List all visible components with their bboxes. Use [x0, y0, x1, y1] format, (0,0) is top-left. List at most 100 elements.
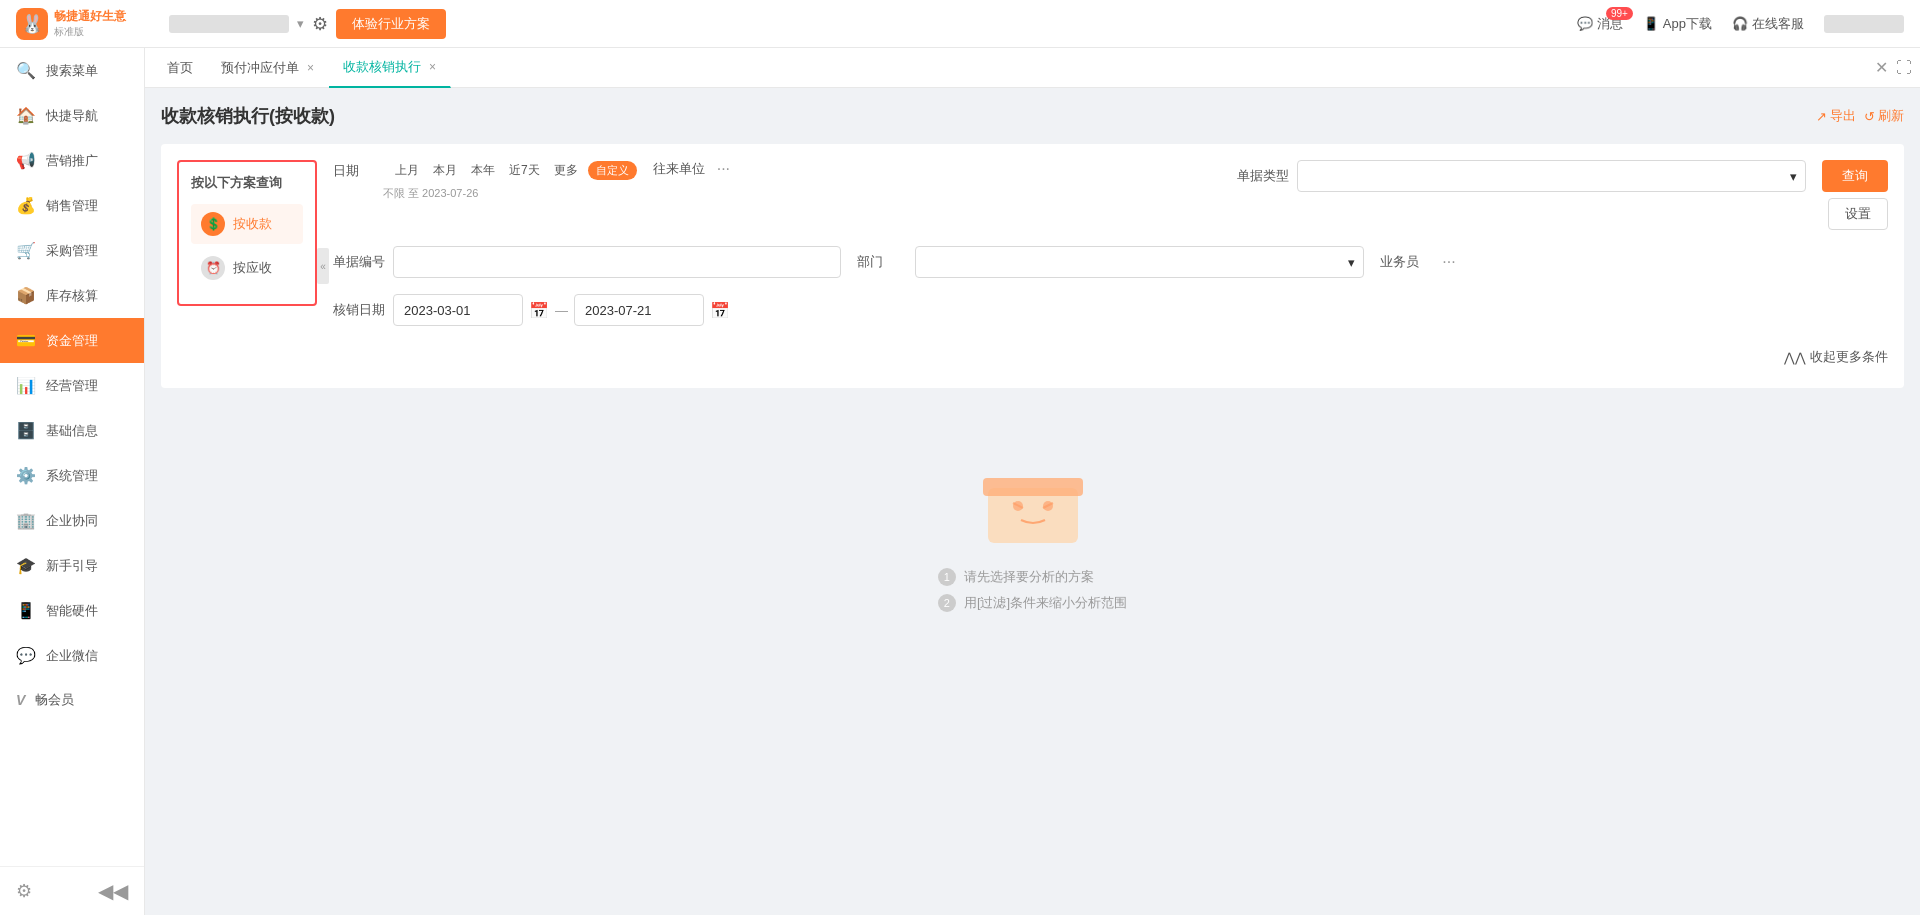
- wechat-icon: 💬: [16, 646, 36, 665]
- sidebar-item-purchase[interactable]: 🛒 采购管理: [0, 228, 144, 273]
- sidebar-item-member[interactable]: V 畅会员: [0, 678, 144, 722]
- search-icon: 🔍: [16, 61, 36, 80]
- filter-row-3: 核销日期 📅 — 📅: [333, 294, 1888, 326]
- tab-writeoff[interactable]: 收款核销执行 ×: [329, 48, 451, 88]
- collapse-sidebar-icon[interactable]: ◀◀: [98, 879, 128, 903]
- sidebar-item-marketing[interactable]: 📢 营销推广: [0, 138, 144, 183]
- settings-bottom-icon[interactable]: ⚙: [16, 880, 32, 902]
- salesperson-dots-btn[interactable]: ···: [1438, 253, 1459, 271]
- sidebar-label-member: 畅会员: [35, 691, 74, 709]
- sidebar-item-operations[interactable]: 📊 经营管理: [0, 363, 144, 408]
- writeoff-date-start-input[interactable]: [393, 294, 523, 326]
- doc-type-select[interactable]: ▾: [1297, 160, 1806, 192]
- sidebar-label-sales: 销售管理: [46, 197, 98, 215]
- tab-prepay-label: 预付冲应付单: [221, 59, 299, 77]
- filter-option-by-receipt[interactable]: 💲 按收款: [191, 204, 303, 244]
- sidebar-label-purchase: 采购管理: [46, 242, 98, 260]
- setting-button[interactable]: 设置: [1828, 198, 1888, 230]
- app-download-btn[interactable]: 📱 App下载: [1643, 15, 1712, 33]
- date-custom-btn[interactable]: 自定义: [588, 161, 637, 180]
- date-this-month-btn[interactable]: 本月: [429, 160, 461, 181]
- sidebar-item-inventory[interactable]: 📦 库存核算: [0, 273, 144, 318]
- tab-prepay[interactable]: 预付冲应付单 ×: [207, 48, 329, 88]
- date-more-btn[interactable]: 更多: [550, 160, 582, 181]
- sidebar-item-enterprise[interactable]: 🏢 企业协同: [0, 498, 144, 543]
- sidebar: 🔍 搜索菜单 🏠 快捷导航 📢 营销推广 💰 销售管理 🛒 采购管理 📦 库存核…: [0, 48, 145, 915]
- date-dash: —: [555, 303, 568, 318]
- home-icon: 🏠: [16, 106, 36, 125]
- refresh-button[interactable]: ↺ 刷新: [1864, 107, 1904, 125]
- page-title-row: 收款核销执行(按收款) ↗ 导出 ↺ 刷新: [161, 104, 1904, 128]
- filter-option-by-receivable[interactable]: ⏰ 按应收: [191, 248, 303, 288]
- svg-rect-0: [988, 488, 1078, 543]
- sidebar-item-finance[interactable]: 💳 资金管理: [0, 318, 144, 363]
- empty-illustration: [973, 448, 1093, 548]
- finance-icon: 💳: [16, 331, 36, 350]
- dept-label: 部门: [857, 253, 907, 271]
- collapse-more-label: 收起更多条件: [1810, 348, 1888, 366]
- date-shortcuts: 上月 本月 本年 近7天 更多 自定义: [391, 160, 637, 181]
- sales-icon: 💰: [16, 196, 36, 215]
- app-download-label: App下载: [1663, 15, 1712, 33]
- date-last-month-btn[interactable]: 上月: [391, 160, 423, 181]
- chevron-down-icon[interactable]: ▾: [297, 16, 304, 31]
- collapse-filter-sidebar-btn[interactable]: «: [317, 248, 329, 284]
- writeoff-date-end-input[interactable]: [574, 294, 704, 326]
- salesperson-field: 业务员 ···: [1380, 253, 1888, 271]
- page-actions: ↗ 导出 ↺ 刷新: [1816, 107, 1904, 125]
- writeoff-date-range: 📅 — 📅: [393, 294, 730, 326]
- sidebar-item-smart[interactable]: 📱 智能硬件: [0, 588, 144, 633]
- refresh-label: 刷新: [1878, 107, 1904, 125]
- sidebar-label-newbie: 新手引导: [46, 557, 98, 575]
- receivable-icon: ⏰: [201, 256, 225, 280]
- sidebar-label-finance: 资金管理: [46, 332, 98, 350]
- query-button[interactable]: 查询: [1822, 160, 1888, 192]
- message-btn[interactable]: 💬 消息 99+: [1577, 15, 1623, 33]
- export-button[interactable]: ↗ 导出: [1816, 107, 1856, 125]
- filter-right: 日期 上月 本月 本年 近7天 更多 自定义 不限 至 2023-0: [333, 160, 1888, 372]
- sidebar-item-basicinfo[interactable]: 🗄️ 基础信息: [0, 408, 144, 453]
- logo-area: 🐰 畅捷通好生意 标准版: [16, 8, 161, 40]
- calendar-start-icon[interactable]: 📅: [529, 301, 549, 320]
- settings-button[interactable]: ⚙: [312, 13, 328, 35]
- filter-option-by-receivable-label: 按应收: [233, 259, 272, 277]
- filter-row-2: 单据编号 部门 ▾ 业务员 ···: [333, 246, 1888, 278]
- sidebar-item-system[interactable]: ⚙️ 系统管理: [0, 453, 144, 498]
- date-7days-btn[interactable]: 近7天: [505, 160, 544, 181]
- tab-home-label: 首页: [167, 59, 193, 77]
- filter-sidebar-wrapper: 按以下方案查询 💲 按收款 ⏰ 按应收 «: [177, 160, 317, 372]
- empty-hint-2: 2 用[过滤]条件来缩小分析范围: [938, 594, 1127, 612]
- industry-btn[interactable]: 体验行业方案: [336, 9, 446, 39]
- tab-writeoff-close[interactable]: ×: [429, 60, 436, 74]
- sidebar-bottom: ⚙ ◀◀: [0, 866, 144, 915]
- tab-prepay-close[interactable]: ×: [307, 61, 314, 75]
- empty-hints: 1 请先选择要分析的方案 2 用[过滤]条件来缩小分析范围: [938, 568, 1127, 612]
- tab-home[interactable]: 首页: [153, 48, 207, 88]
- online-service-btn[interactable]: 🎧 在线客服: [1732, 15, 1804, 33]
- writeoff-date-field: 核销日期 📅 — 📅: [333, 294, 1888, 326]
- sidebar-item-quicknav[interactable]: 🏠 快捷导航: [0, 93, 144, 138]
- tab-expand-icon[interactable]: ⛶: [1896, 59, 1912, 77]
- logo-text-block: 畅捷通好生意 标准版: [54, 8, 126, 39]
- svg-rect-1: [983, 478, 1083, 496]
- sidebar-item-newbie[interactable]: 🎓 新手引导: [0, 543, 144, 588]
- date-this-year-btn[interactable]: 本年: [467, 160, 499, 181]
- hint-text-2: 用[过滤]条件来缩小分析范围: [964, 594, 1127, 612]
- dept-field: 部门 ▾: [857, 246, 1365, 278]
- top-bar-right: 💬 消息 99+ 📱 App下载 🎧 在线客服: [1577, 15, 1904, 33]
- tab-close-icon[interactable]: ✕: [1875, 58, 1888, 77]
- counterparty-dots-btn[interactable]: ···: [713, 160, 734, 178]
- collapse-more-btn[interactable]: ⋀⋀ 收起更多条件: [333, 342, 1888, 372]
- sidebar-item-wechat[interactable]: 💬 企业微信: [0, 633, 144, 678]
- sidebar-item-search[interactable]: 🔍 搜索菜单: [0, 48, 144, 93]
- user-avatar: [1824, 15, 1904, 33]
- enterprise-icon: 🏢: [16, 511, 36, 530]
- message-icon: 💬: [1577, 16, 1593, 31]
- doc-number-field: 单据编号: [333, 246, 841, 278]
- dept-select[interactable]: ▾: [915, 246, 1365, 278]
- calendar-end-icon[interactable]: 📅: [710, 301, 730, 320]
- doc-number-input[interactable]: [393, 246, 841, 278]
- sidebar-item-sales[interactable]: 💰 销售管理: [0, 183, 144, 228]
- sidebar-label-smart: 智能硬件: [46, 602, 98, 620]
- receipt-icon: 💲: [201, 212, 225, 236]
